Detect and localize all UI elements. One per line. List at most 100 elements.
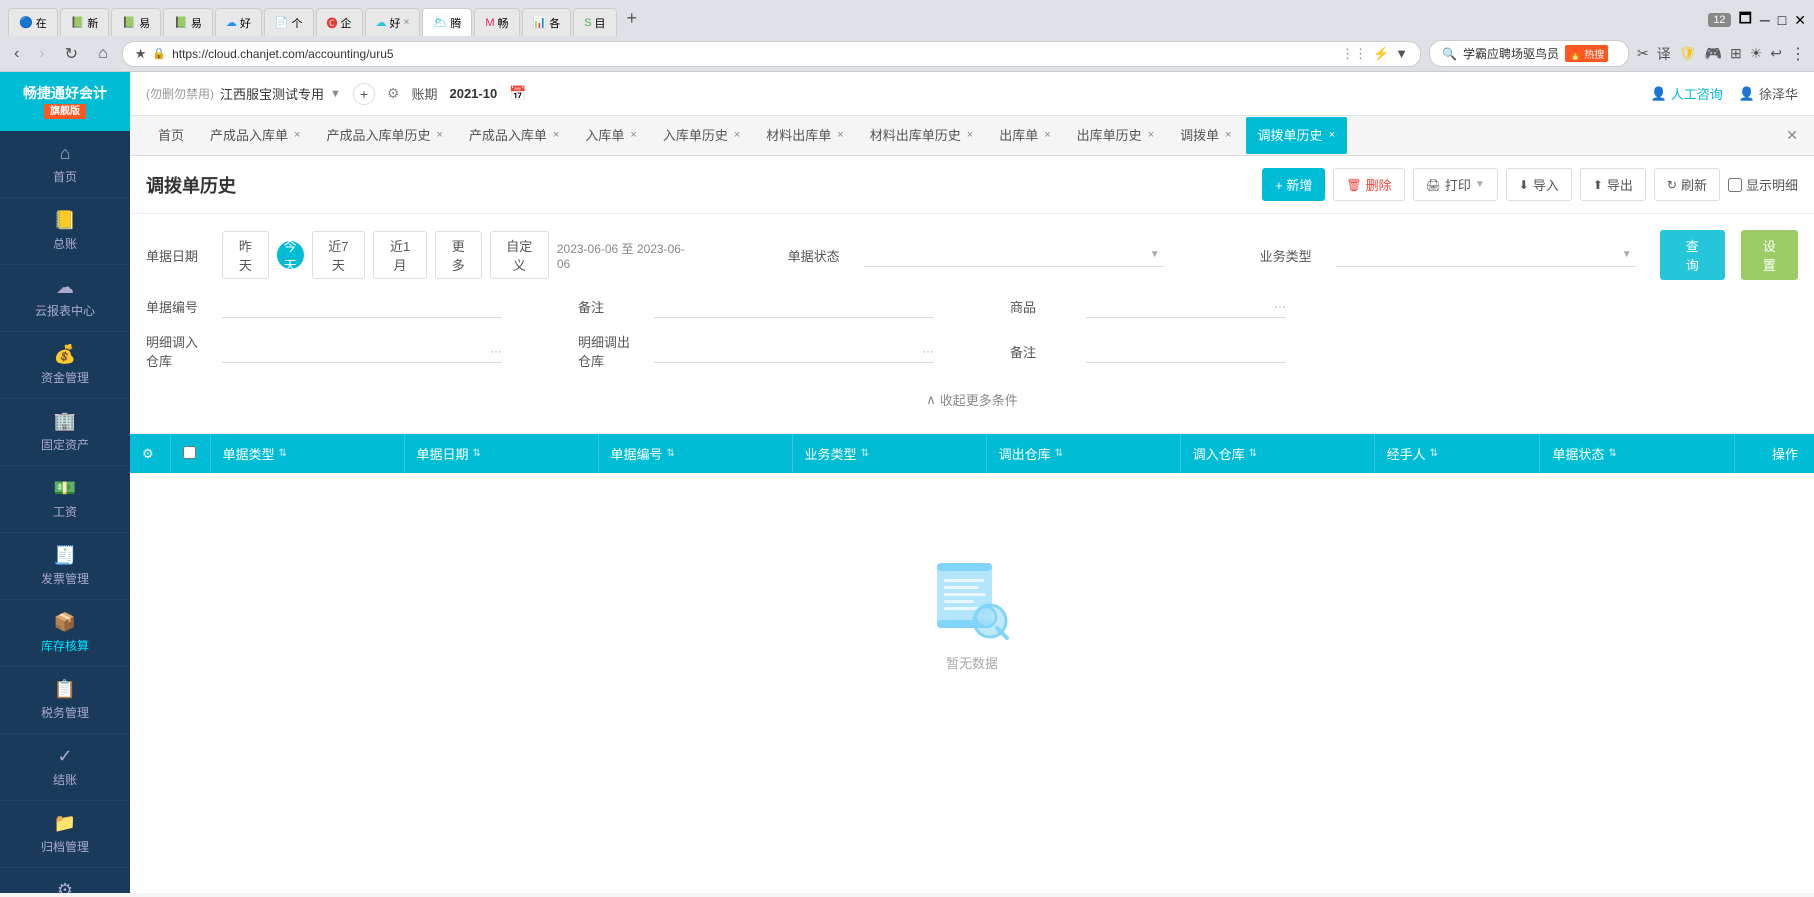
forward-button[interactable]: › xyxy=(33,43,50,65)
dropdown-arrow[interactable]: ▼ xyxy=(1395,46,1408,61)
remark-input[interactable] xyxy=(654,294,934,318)
tab-transfer[interactable]: 调拨单 × xyxy=(1168,117,1243,154)
doc-number-column-header[interactable]: 单据编号 ⇅ xyxy=(598,434,792,473)
warehouse-out-input[interactable] xyxy=(654,339,922,362)
doc-status-column-header[interactable]: 单据状态 ⇅ xyxy=(1540,434,1734,473)
browser-tab[interactable]: 🔵 在 xyxy=(8,8,58,36)
maximize-button[interactable]: □ xyxy=(1778,12,1786,28)
settings-column-header[interactable]: ⚙ xyxy=(130,434,170,473)
date-custom-btn[interactable]: 自定义 xyxy=(490,231,549,279)
print-dropdown-icon[interactable]: ▼ xyxy=(1475,179,1485,190)
collapse-button[interactable]: ∧ 收起更多条件 xyxy=(146,382,1798,417)
sidebar-item-funds[interactable]: 💰 资金管理 xyxy=(0,332,130,399)
business-type-column-header[interactable]: 业务类型 ⇅ xyxy=(792,434,986,473)
tab-inbound-history[interactable]: 入库单历史 × xyxy=(651,117,752,154)
doc-date-column-header[interactable]: 单据日期 ⇅ xyxy=(404,434,598,473)
tab-outbound-history[interactable]: 出库单历史 × xyxy=(1065,117,1166,154)
browser-tab-8[interactable]: ☁ 好 × xyxy=(365,8,421,36)
browser-tab-3[interactable]: 📗 易 xyxy=(111,8,161,36)
close-all-tabs-button[interactable]: ✕ xyxy=(1786,127,1798,144)
tab-outbound[interactable]: 出库单 × xyxy=(987,117,1062,154)
new-tab-button[interactable]: + xyxy=(619,4,646,33)
help-button[interactable]: 👤 人工咨询 xyxy=(1651,84,1723,103)
tab-material-outbound-history[interactable]: 材料出库单历史 × xyxy=(858,117,985,154)
date-yesterday-btn[interactable]: 昨天 xyxy=(222,231,269,279)
reload-button[interactable]: ↻ xyxy=(59,42,84,66)
warehouse-out-more-icon[interactable]: ··· xyxy=(922,344,934,358)
company-dropdown-icon[interactable]: ▼ xyxy=(330,88,341,100)
date-1month-btn[interactable]: 近1月 xyxy=(373,231,427,279)
print-button[interactable]: 🖨 打印 ▼ xyxy=(1413,168,1498,201)
doc-number-input[interactable] xyxy=(222,294,502,318)
tab-inbound[interactable]: 入库单 × xyxy=(573,117,648,154)
refresh-button[interactable]: ↻ 刷新 xyxy=(1654,168,1720,201)
back-button[interactable]: ‹ xyxy=(8,43,25,65)
tab-finished-inbound-history[interactable]: 产成品入库单历史 × xyxy=(314,117,454,154)
company-settings-button[interactable]: ⚙ xyxy=(387,85,400,102)
more-menu-icon[interactable]: ⋮ xyxy=(1790,44,1806,64)
sidebar-item-invoice[interactable]: 🧾 发票管理 xyxy=(0,533,130,600)
check-column-header[interactable] xyxy=(170,434,210,473)
grid-icon[interactable]: ⊞ xyxy=(1730,45,1742,62)
translate-icon[interactable]: 译 xyxy=(1657,44,1671,64)
sidebar-item-reports[interactable]: ☁ 云报表中心 xyxy=(0,265,130,332)
browser-tab-10[interactable]: 📊 各 xyxy=(522,8,572,36)
browser-tab-active[interactable]: 🌥 腾 xyxy=(422,8,472,36)
business-type-select[interactable] xyxy=(1336,243,1636,266)
calendar-icon[interactable]: 📅 xyxy=(509,85,526,102)
browser-tab-2[interactable]: 📗 新 xyxy=(60,8,110,36)
business-type-select-wrapper[interactable]: ▼ xyxy=(1336,243,1636,267)
table-settings-icon[interactable]: ⚙ xyxy=(142,446,154,461)
tab-home[interactable]: 首页 xyxy=(146,117,196,154)
brightness-icon[interactable]: ☀ xyxy=(1750,45,1763,62)
warehouse-out-column-header[interactable]: 调出仓库 ⇅ xyxy=(986,434,1180,473)
delete-button[interactable]: 🗑 删除 xyxy=(1333,168,1404,201)
import-button[interactable]: ⬇ 导入 xyxy=(1506,168,1572,201)
warehouse-in-column-header[interactable]: 调入仓库 ⇅ xyxy=(1180,434,1374,473)
browser-tab-7[interactable]: 🅒 企 xyxy=(316,8,363,36)
warehouse-in-input[interactable] xyxy=(222,339,490,362)
browser-tab-5[interactable]: ☁ 好 xyxy=(215,8,262,36)
company-selector[interactable]: (勿删勿禁用) 江西服宝测试专用 ▼ xyxy=(146,84,341,103)
undo-icon[interactable]: ↩ xyxy=(1770,45,1782,62)
date-more-btn[interactable]: 更多 xyxy=(435,231,482,279)
window-icon[interactable]: 🗖 xyxy=(1739,8,1752,32)
tab-material-outbound[interactable]: 材料出库单 × xyxy=(754,117,855,154)
close-button[interactable]: ✕ xyxy=(1794,12,1806,29)
warehouse-in-more-icon[interactable]: ··· xyxy=(490,344,502,358)
add-company-button[interactable]: + xyxy=(353,83,375,105)
sidebar-item-payroll[interactable]: 💵 工资 xyxy=(0,466,130,533)
shield-icon[interactable]: 🛡 xyxy=(1679,45,1697,62)
search-bar[interactable]: 🔍 学霸应聘场驱鸟员 🔥 热搜 xyxy=(1429,40,1629,67)
date-today-btn[interactable]: 今天 xyxy=(277,241,304,269)
sidebar-item-closing[interactable]: ✓ 结账 xyxy=(0,734,130,801)
browser-tab-9[interactable]: M 畅 xyxy=(474,8,519,36)
tab-transfer-history[interactable]: 调拨单历史 × xyxy=(1246,117,1347,154)
status-select-wrapper[interactable]: ▼ xyxy=(864,243,1164,267)
tab-finished-inbound-2[interactable]: 产成品入库单 × xyxy=(457,117,571,154)
display-checkbox[interactable] xyxy=(1728,178,1742,192)
address-bar[interactable]: ★ 🔒 https://cloud.chanjet.com/accounting… xyxy=(122,41,1421,67)
browser-tab-6[interactable]: 📄 个 xyxy=(264,8,314,36)
handler-column-header[interactable]: 经手人 ⇅ xyxy=(1374,434,1540,473)
query-button[interactable]: 查询 xyxy=(1660,230,1725,280)
sidebar-item-assets[interactable]: 🏢 固定资产 xyxy=(0,399,130,466)
goods-input[interactable] xyxy=(1086,294,1274,317)
game-icon[interactable]: 🎮 xyxy=(1705,45,1722,62)
sidebar-item-ledger[interactable]: 📒 总账 xyxy=(0,198,130,265)
sidebar-item-tax[interactable]: 📋 税务管理 xyxy=(0,667,130,734)
sidebar-item-inventory[interactable]: 📦 库存核算 xyxy=(0,600,130,667)
remark2-input[interactable] xyxy=(1086,339,1286,363)
export-button[interactable]: ⬆ 导出 xyxy=(1580,168,1646,201)
select-all-checkbox[interactable] xyxy=(183,446,196,459)
browser-tab-11[interactable]: S 目 xyxy=(573,8,616,36)
site-settings-icon[interactable]: ⋮⋮ xyxy=(1341,46,1367,62)
cut-icon[interactable]: ✂ xyxy=(1637,45,1649,62)
sidebar-item-home[interactable]: ⌂ 首页 xyxy=(0,131,130,198)
home-button[interactable]: ⌂ xyxy=(92,43,114,65)
settings-button[interactable]: 设置 xyxy=(1741,230,1798,280)
sidebar-logo[interactable]: 畅捷通好会计 旗舰版 xyxy=(0,72,130,131)
goods-more-icon[interactable]: ··· xyxy=(1274,299,1286,313)
user-button[interactable]: 👤 徐泽华 xyxy=(1739,84,1798,103)
browser-tab-4[interactable]: 📗 易 xyxy=(163,8,213,36)
